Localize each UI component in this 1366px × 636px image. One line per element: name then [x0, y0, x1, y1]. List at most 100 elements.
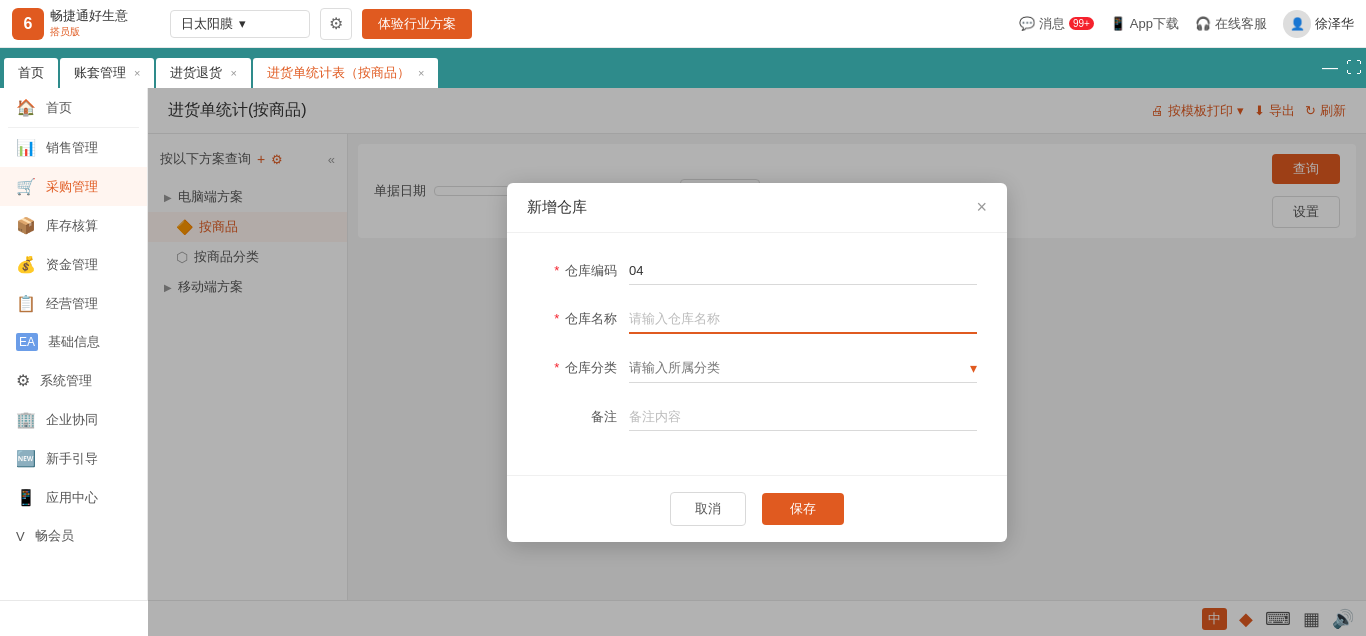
- finance-icon: 💰: [16, 255, 36, 274]
- message-nav-item[interactable]: 💬 消息 99+: [1019, 15, 1094, 33]
- dialog-close-button[interactable]: ×: [976, 197, 987, 218]
- nav-right: 💬 消息 99+ 📱 App下载 🎧 在线客服 👤 徐泽华: [1019, 10, 1354, 38]
- logo-name: 畅捷通好生意: [50, 8, 128, 25]
- sidebar-basic-label: 基础信息: [48, 333, 100, 351]
- dialog-header: 新增仓库 ×: [507, 183, 1007, 233]
- form-row-category: * 仓库分类 ▾: [537, 354, 977, 383]
- category-label: * 仓库分类: [537, 359, 617, 377]
- inventory-icon: 📦: [16, 216, 36, 235]
- guide-icon: 🆕: [16, 449, 36, 468]
- tab-purchase-stat-close-icon[interactable]: ×: [418, 67, 424, 79]
- sidebar-guide-label: 新手引导: [46, 450, 98, 468]
- modal-overlay: 新增仓库 × * 仓库编码 *: [148, 88, 1366, 636]
- sidebar-item-business[interactable]: 📋 经营管理: [0, 284, 147, 323]
- tab-purchase-stat[interactable]: 进货单统计表（按商品） ×: [253, 58, 438, 88]
- sidebar-item-guide[interactable]: 🆕 新手引导: [0, 439, 147, 478]
- sidebar-item-basic[interactable]: EA 基础信息: [0, 323, 147, 361]
- main-content: 进货单统计(按商品) 🖨 按模板打印 ▾ ⬇ 导出 ↻ 刷新: [148, 88, 1366, 636]
- top-navigation: 6 畅捷通好生意 搭员版 日太阳膜 ▾ ⚙ 体验行业方案 💬 消息 99+ 📱 …: [0, 0, 1366, 48]
- sales-icon: 📊: [16, 138, 36, 157]
- sidebar-apps-label: 应用中心: [46, 489, 98, 507]
- name-label: * 仓库名称: [537, 310, 617, 328]
- tab-home[interactable]: 首页: [4, 58, 58, 88]
- tab-account[interactable]: 账套管理 ×: [60, 58, 154, 88]
- form-row-name: * 仓库名称: [537, 305, 977, 334]
- message-label: 消息: [1039, 15, 1065, 33]
- sidebar-item-home[interactable]: 🏠 首页: [0, 88, 147, 127]
- note-input[interactable]: [629, 403, 977, 431]
- online-service-item[interactable]: 🎧 在线客服: [1195, 15, 1267, 33]
- trial-button[interactable]: 体验行业方案: [362, 9, 472, 39]
- store-name: 日太阳膜: [181, 15, 233, 33]
- app-download-item[interactable]: 📱 App下载: [1110, 15, 1179, 33]
- message-icon: 💬: [1019, 16, 1035, 31]
- logo-icon: 6: [12, 8, 44, 40]
- username-label: 徐泽华: [1315, 15, 1354, 33]
- name-input[interactable]: [629, 305, 977, 334]
- sidebar-item-finance[interactable]: 💰 资金管理: [0, 245, 147, 284]
- store-selector[interactable]: 日太阳膜 ▾: [170, 10, 310, 38]
- app-download-label: App下载: [1130, 15, 1179, 33]
- sidebar-item-system[interactable]: ⚙ 系统管理: [0, 361, 147, 400]
- sidebar-item-inventory[interactable]: 📦 库存核算: [0, 206, 147, 245]
- business-icon: 📋: [16, 294, 36, 313]
- enterprise-icon: 🏢: [16, 410, 36, 429]
- user-avatar: 👤: [1283, 10, 1311, 38]
- add-warehouse-dialog: 新增仓库 × * 仓库编码 *: [507, 183, 1007, 542]
- cancel-button[interactable]: 取消: [670, 492, 746, 526]
- tab-home-label: 首页: [18, 64, 44, 82]
- category-dropdown-icon: ▾: [970, 360, 977, 376]
- sidebar-enterprise-label: 企业协同: [46, 411, 98, 429]
- required-star-code: *: [554, 263, 559, 278]
- category-select-wrap: ▾: [629, 354, 977, 383]
- home-icon: 🏠: [16, 98, 36, 117]
- sidebar-item-enterprise[interactable]: 🏢 企业协同: [0, 400, 147, 439]
- dialog-footer: 取消 保存: [507, 475, 1007, 542]
- system-icon: ⚙: [16, 371, 30, 390]
- apps-icon: 📱: [16, 488, 36, 507]
- sidebar-item-purchase[interactable]: 🛒 采购管理: [0, 167, 147, 206]
- headset-icon: 🎧: [1195, 16, 1211, 31]
- category-select-input[interactable]: [629, 360, 970, 375]
- basic-icon: EA: [16, 333, 38, 351]
- sidebar-item-apps[interactable]: 📱 应用中心: [0, 478, 147, 517]
- dialog-body: * 仓库编码 * 仓库名称: [507, 233, 1007, 475]
- code-input[interactable]: [629, 257, 977, 285]
- dropdown-arrow-icon: ▾: [239, 16, 246, 31]
- vip-icon: V: [16, 529, 25, 544]
- sidebar-vip-label: 畅会员: [35, 527, 74, 545]
- tab-purchase-return-close-icon[interactable]: ×: [230, 67, 236, 79]
- sidebar-item-vip[interactable]: V 畅会员: [0, 517, 147, 555]
- purchase-icon: 🛒: [16, 177, 36, 196]
- sidebar-inventory-label: 库存核算: [46, 217, 98, 235]
- sidebar-item-sales[interactable]: 📊 销售管理: [0, 128, 147, 167]
- required-star-category: *: [554, 360, 559, 375]
- tab-bar-minus-icon[interactable]: —: [1322, 59, 1338, 77]
- sidebar-home-label: 首页: [46, 99, 72, 117]
- logo-sub: 搭员版: [50, 25, 128, 39]
- sidebar-purchase-label: 采购管理: [46, 178, 98, 196]
- tab-purchase-return-label: 进货退货: [170, 64, 222, 82]
- online-service-label: 在线客服: [1215, 15, 1267, 33]
- user-area[interactable]: 👤 徐泽华: [1283, 10, 1354, 38]
- tab-account-close-icon[interactable]: ×: [134, 67, 140, 79]
- required-star-name: *: [554, 311, 559, 326]
- code-label: * 仓库编码: [537, 262, 617, 280]
- settings-button[interactable]: ⚙: [320, 8, 352, 40]
- note-label: 备注: [537, 408, 617, 426]
- form-row-code: * 仓库编码: [537, 257, 977, 285]
- message-badge: 99+: [1069, 17, 1094, 30]
- tab-bar-expand-icon[interactable]: ⛶: [1346, 59, 1362, 77]
- logo-area: 6 畅捷通好生意 搭员版: [12, 8, 160, 40]
- dialog-title: 新增仓库: [527, 198, 587, 217]
- save-button[interactable]: 保存: [762, 493, 844, 525]
- sidebar-business-label: 经营管理: [46, 295, 98, 313]
- tab-purchase-return[interactable]: 进货退货 ×: [156, 58, 250, 88]
- form-row-note: 备注: [537, 403, 977, 431]
- tab-account-label: 账套管理: [74, 64, 126, 82]
- main-layout: 🏠 首页 📊 销售管理 🛒 采购管理 📦 库存核算 💰 资金管理 📋 经营管理 …: [0, 88, 1366, 636]
- tab-bar: 首页 账套管理 × 进货退货 × 进货单统计表（按商品） × — ⛶: [0, 48, 1366, 88]
- gear-icon: ⚙: [329, 14, 343, 33]
- sidebar-sales-label: 销售管理: [46, 139, 98, 157]
- sidebar-system-label: 系统管理: [40, 372, 92, 390]
